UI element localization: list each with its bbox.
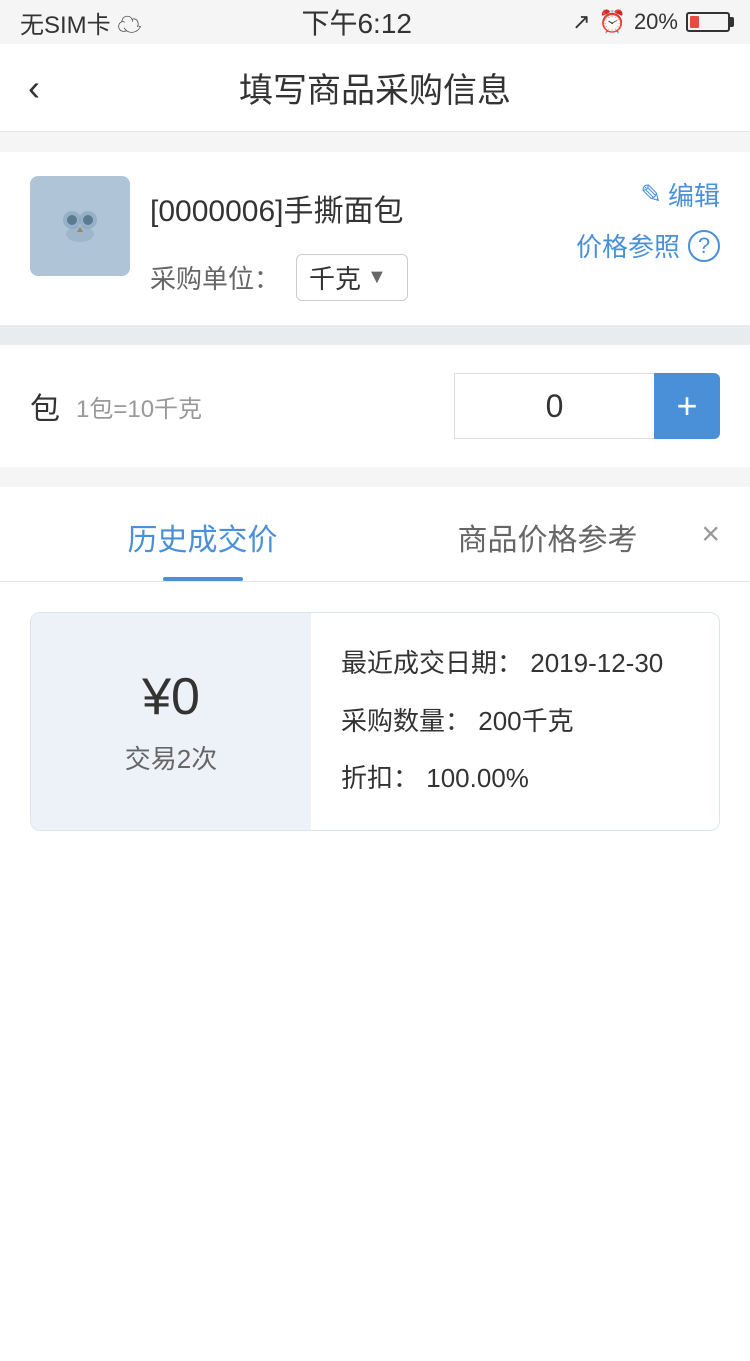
tabs-container: 历史成交价 商品价格参考 × ¥0 交易2次 最近成交日期： 2019-12-3…	[0, 487, 750, 1361]
divider-bar	[0, 325, 750, 345]
quantity-input[interactable]: 0	[454, 373, 654, 439]
back-button[interactable]: ‹	[28, 67, 40, 109]
alarm-icon: ⏰	[599, 9, 626, 35]
product-left: [0000006]手撕面包 采购单位： 千克 ▼	[30, 176, 408, 301]
quantity-unit-sub: 1包=10千克	[76, 389, 202, 424]
edit-icon: ✎	[640, 179, 662, 210]
product-unit-row: 采购单位： 千克 ▼	[150, 254, 408, 301]
latest-date-label: 最近成交日期：	[341, 648, 523, 678]
quantity-plus-button[interactable]: +	[654, 373, 720, 439]
tab-product-price-label: 商品价格参考	[458, 524, 638, 557]
status-time: 下午6:12	[301, 2, 412, 42]
quantity-row: 包 1包=10千克 0 +	[0, 345, 750, 467]
unit-label: 采购单位：	[150, 259, 280, 296]
page-title: 填写商品采购信息	[239, 63, 511, 112]
quantity-left: 包 1包=10千克	[30, 384, 202, 428]
price-ref-label: 价格参照	[576, 227, 680, 264]
status-bar: 无SIM卡 ☁ 下午6:12 ↗ ⏰ 20%	[0, 0, 750, 44]
tab-history-label: 历史成交价	[128, 524, 278, 557]
unit-select[interactable]: 千克 ▼	[296, 254, 408, 301]
tab-product-price-ref[interactable]: 商品价格参考	[375, 487, 720, 581]
location-icon: ↗	[572, 9, 590, 35]
history-card: ¥0 交易2次 最近成交日期： 2019-12-30 采购数量： 200千克 折…	[30, 612, 720, 831]
status-right: ↗ ⏰ 20%	[572, 9, 730, 35]
quantity-unit-label: 包	[30, 384, 60, 428]
product-info: [0000006]手撕面包 采购单位： 千克 ▼	[150, 176, 408, 301]
history-latest-date-row: 最近成交日期： 2019-12-30	[341, 643, 689, 685]
edit-button[interactable]: ✎ 编辑	[640, 176, 720, 213]
tab-close-button[interactable]: ×	[701, 516, 720, 553]
product-top: [0000006]手撕面包 采购单位： 千克 ▼ ✎ 编辑 价格参照 ?	[30, 176, 720, 301]
history-price-value: ¥0	[142, 668, 200, 726]
remaining-area	[0, 861, 750, 1361]
dropdown-arrow-icon: ▼	[367, 266, 387, 289]
quantity-detail-value: 200千克	[478, 706, 573, 736]
header: ‹ 填写商品采购信息	[0, 44, 750, 132]
tab-history-price[interactable]: 历史成交价	[30, 487, 375, 581]
plus-icon: +	[676, 385, 697, 427]
price-ref-right: ✎ 编辑 价格参照 ?	[576, 176, 720, 264]
product-card: [0000006]手撕面包 采购单位： 千克 ▼ ✎ 编辑 价格参照 ?	[0, 152, 750, 325]
latest-date-value: 2019-12-30	[530, 648, 663, 678]
tabs-row: 历史成交价 商品价格参考 ×	[0, 487, 750, 582]
battery-percent: 20%	[634, 9, 678, 35]
battery-icon	[686, 12, 730, 32]
history-left-panel: ¥0 交易2次	[31, 613, 311, 830]
status-left: 无SIM卡 ☁	[20, 5, 141, 40]
history-trade-count: 交易2次	[125, 739, 217, 776]
help-icon: ?	[688, 230, 720, 262]
product-image-placeholder	[50, 192, 110, 260]
product-name: [0000006]手撕面包	[150, 186, 408, 230]
discount-value: 100.00%	[426, 763, 529, 793]
history-right-panel: 最近成交日期： 2019-12-30 采购数量： 200千克 折扣： 100.0…	[311, 613, 719, 830]
quantity-control: 0 +	[454, 373, 720, 439]
history-discount-row: 折扣： 100.00%	[341, 758, 689, 800]
edit-label: 编辑	[668, 176, 720, 213]
quantity-detail-label: 采购数量：	[341, 706, 471, 736]
history-quantity-row: 采购数量： 200千克	[341, 701, 689, 743]
battery-fill	[690, 16, 699, 28]
tab-active-underline	[163, 577, 243, 581]
carrier-label: 无SIM卡 ☁	[20, 5, 141, 40]
price-ref-button[interactable]: 价格参照 ?	[576, 227, 720, 264]
history-content: ¥0 交易2次 最近成交日期： 2019-12-30 采购数量： 200千克 折…	[0, 582, 750, 861]
unit-select-text: 千克	[309, 259, 361, 296]
discount-label: 折扣：	[341, 763, 419, 793]
product-image	[30, 176, 130, 276]
history-price: ¥0	[142, 667, 200, 727]
quantity-value: 0	[546, 388, 564, 425]
